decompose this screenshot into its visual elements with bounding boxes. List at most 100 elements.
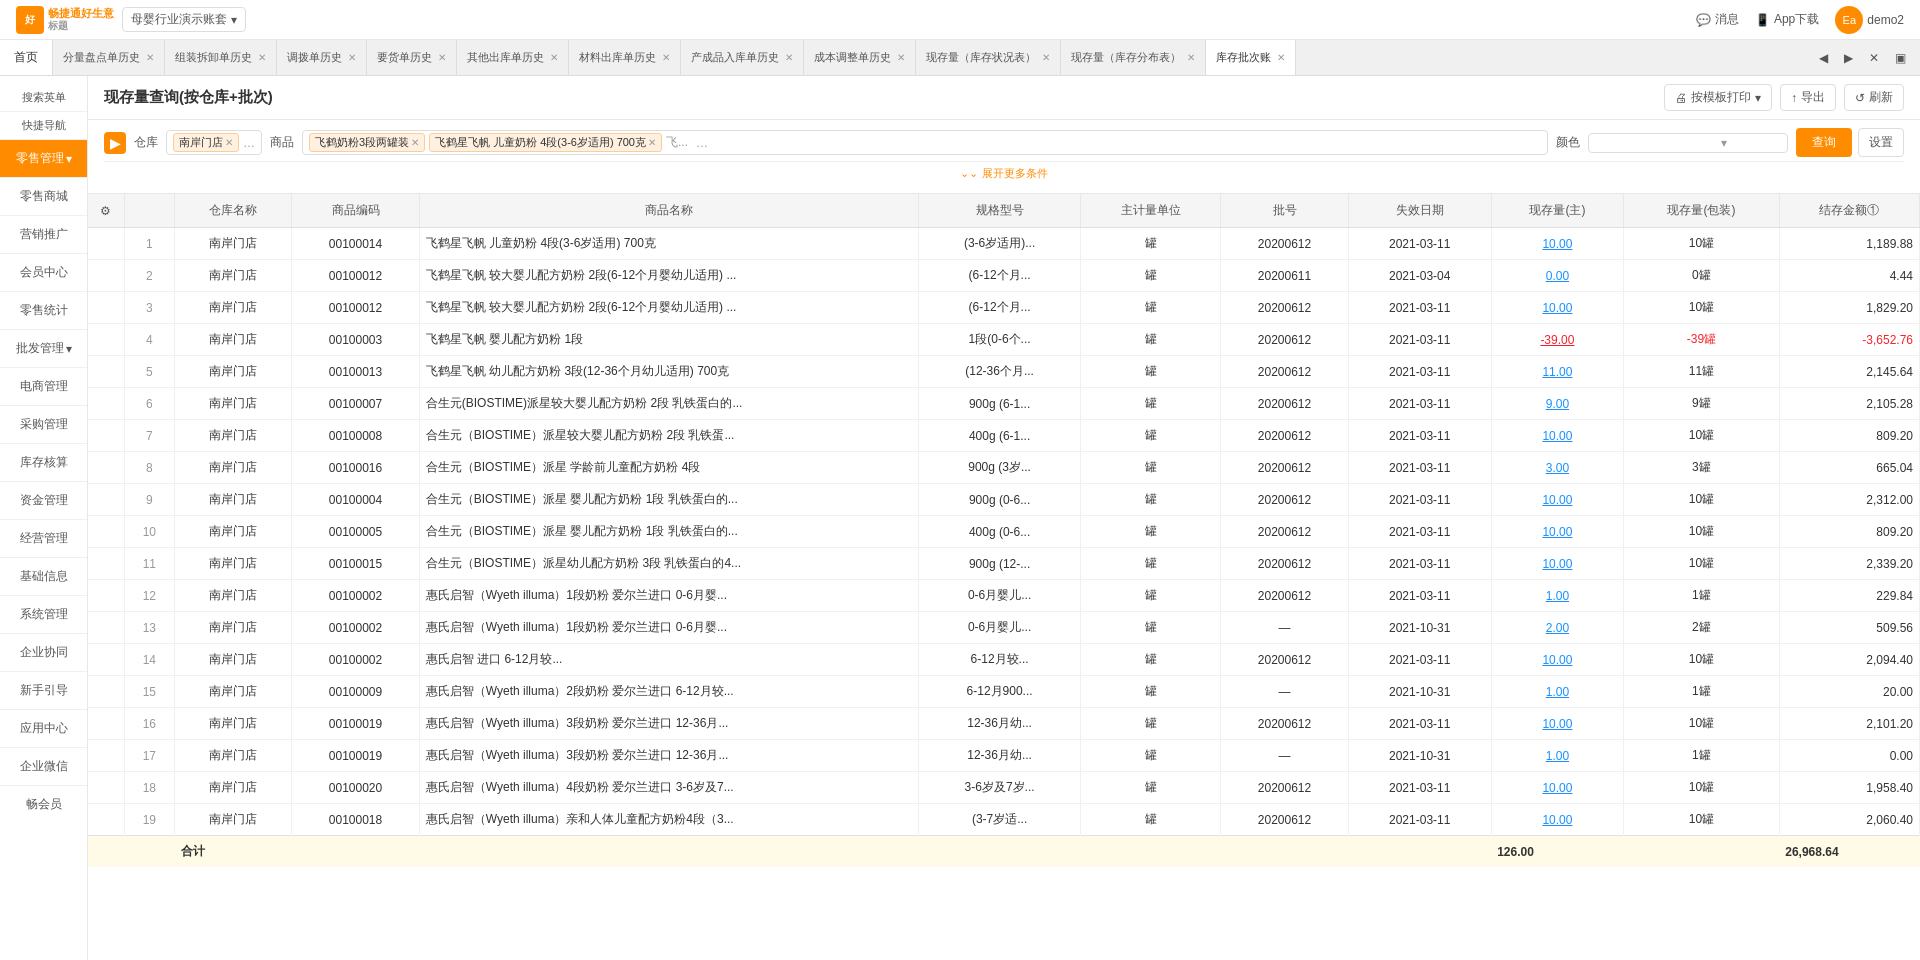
sidebar-item-inventory[interactable]: 库存核算	[0, 443, 87, 481]
tab-close-icon[interactable]: ✕	[662, 52, 670, 63]
cell-stock-main[interactable]: 3.00	[1491, 452, 1624, 484]
tab-close-icon[interactable]: ✕	[550, 52, 558, 63]
cell-stock-main[interactable]: 10.00	[1491, 644, 1624, 676]
warehouse-tag-close[interactable]: ✕	[225, 137, 233, 148]
sidebar-item-stat[interactable]: 零售统计	[0, 291, 87, 329]
cell-warehouse: 南岸门店	[175, 324, 292, 356]
user-menu[interactable]: Ea demo2	[1835, 6, 1904, 34]
tab-fenliang[interactable]: 分量盘点单历史 ✕	[53, 40, 165, 75]
cell-stock-main[interactable]: 0.00	[1491, 260, 1624, 292]
tab-qitachuku[interactable]: 其他出库单历史 ✕	[457, 40, 569, 75]
cell-stock-main[interactable]: 1.00	[1491, 580, 1624, 612]
cell-stock-main[interactable]: 9.00	[1491, 388, 1624, 420]
tab-close-icon[interactable]: ✕	[897, 52, 905, 63]
tab-chengben[interactable]: 成本调整单历史 ✕	[804, 40, 916, 75]
cell-name: 合生元（BIOSTIME）派星 学龄前儿童配方奶粉 4段	[419, 452, 918, 484]
cell-name: 惠氏启智（Wyeth illuma）3段奶粉 爱尔兰进口 12-36月...	[419, 708, 918, 740]
col-settings[interactable]: ⚙	[88, 194, 124, 228]
sidebar-item-finance[interactable]: 资金管理	[0, 481, 87, 519]
goods-tag-1-close[interactable]: ✕	[411, 137, 419, 148]
print-button[interactable]: 🖨 按模板打印 ▾	[1664, 84, 1772, 111]
sidebar-item-search[interactable]: 搜索英单	[0, 84, 87, 111]
col-batch: 批号	[1221, 194, 1349, 228]
tab-menu-btn[interactable]: ▣	[1889, 51, 1912, 65]
cell-stock-main[interactable]: 1.00	[1491, 740, 1624, 772]
tab-close-icon[interactable]: ✕	[146, 52, 154, 63]
expand-more-button[interactable]: ⌄⌄ 展开更多条件	[104, 161, 1904, 185]
cell-stock-main[interactable]: 1.00	[1491, 676, 1624, 708]
cell-stock-main[interactable]: 10.00	[1491, 708, 1624, 740]
cell-amount: 4.44	[1779, 260, 1919, 292]
color-filter[interactable]: ▾	[1588, 133, 1788, 153]
cell-no: 10	[124, 516, 175, 548]
cell-stock-main[interactable]: 10.00	[1491, 516, 1624, 548]
account-selector[interactable]: 母婴行业演示账套 ▾	[122, 7, 246, 32]
sidebar-item-member[interactable]: 会员中心	[0, 253, 87, 291]
sidebar-item-ecom[interactable]: 电商管理	[0, 367, 87, 405]
sidebar-item-member2[interactable]: 畅会员	[0, 785, 87, 823]
message-button[interactable]: 💬 消息	[1696, 11, 1739, 28]
cell-stock-main[interactable]: 10.00	[1491, 292, 1624, 324]
tab-yaohuo[interactable]: 要货单历史 ✕	[367, 40, 457, 75]
sidebar-item-mall[interactable]: 零售商城	[0, 177, 87, 215]
tab-diaopo[interactable]: 调拨单历史 ✕	[277, 40, 367, 75]
tab-home[interactable]: 首页	[0, 40, 53, 75]
tab-next-btn[interactable]: ▶	[1838, 51, 1859, 65]
goods-tag-1: 飞鹤奶粉3段两罐装 ✕	[309, 133, 425, 152]
cell-stock-main[interactable]: 10.00	[1491, 548, 1624, 580]
tab-pici[interactable]: 库存批次账 ✕	[1206, 40, 1296, 75]
sidebar-item-mgmt[interactable]: 经营管理	[0, 519, 87, 557]
tab-close-icon[interactable]: ✕	[785, 52, 793, 63]
cell-stock-main[interactable]: 11.00	[1491, 356, 1624, 388]
sidebar-item-wechat[interactable]: 企业微信	[0, 747, 87, 785]
cell-expiry: 2021-03-11	[1348, 548, 1491, 580]
sidebar-item-corp[interactable]: 企业协同	[0, 633, 87, 671]
tab-prev-btn[interactable]: ◀	[1813, 51, 1834, 65]
cell-stock-main[interactable]: 10.00	[1491, 772, 1624, 804]
sidebar-item-wholesale[interactable]: 批发管理 ▾	[0, 329, 87, 367]
cell-stock-main[interactable]: 10.00	[1491, 804, 1624, 836]
content-area: 现存量查询(按仓库+批次) 🖨 按模板打印 ▾ ↑ 导出 ↺ 刷新	[88, 76, 1920, 960]
cell-stock-main[interactable]: 10.00	[1491, 228, 1624, 260]
tab-close-icon[interactable]: ✕	[1187, 52, 1195, 63]
sidebar-item-marketing[interactable]: 营销推广	[0, 215, 87, 253]
sidebar-item-guide[interactable]: 新手引导	[0, 671, 87, 709]
cell-amount: 0.00	[1779, 740, 1919, 772]
sidebar-item-base[interactable]: 基础信息	[0, 557, 87, 595]
cell-stock-main[interactable]: 10.00	[1491, 484, 1624, 516]
tab-close-icon[interactable]: ✕	[1277, 52, 1285, 63]
table-header-row: ⚙ 仓库名称 商品编码 商品名称 规格型号 主计量单位 批号 失效日期 现存量(…	[88, 194, 1920, 228]
cell-stock-main[interactable]: -39.00	[1491, 324, 1624, 356]
sidebar-item-apps[interactable]: 应用中心	[0, 709, 87, 747]
tab-chanchengpin[interactable]: 产成品入库单历史 ✕	[681, 40, 804, 75]
tab-close-all-btn[interactable]: ✕	[1863, 51, 1885, 65]
goods-tag-2-close[interactable]: ✕	[648, 137, 656, 148]
tab-zuzhuang[interactable]: 组装拆卸单历史 ✕	[165, 40, 277, 75]
export-button[interactable]: ↑ 导出	[1780, 84, 1836, 111]
sidebar-item-nav[interactable]: 快捷导航	[0, 111, 87, 139]
warehouse-filter[interactable]: 南岸门店 ✕ …	[166, 130, 262, 155]
tab-xiancun-zhuang[interactable]: 现存量（库存状况表） ✕	[916, 40, 1061, 75]
cell-stock-main[interactable]: 2.00	[1491, 612, 1624, 644]
refresh-button[interactable]: ↺ 刷新	[1844, 84, 1904, 111]
tab-close-icon[interactable]: ✕	[258, 52, 266, 63]
sidebar-item-retail[interactable]: 零售管理 ▾	[0, 139, 87, 177]
settings-icon[interactable]: ⚙	[100, 204, 111, 218]
tab-xiancun-fenbu[interactable]: 现存量（库存分布表） ✕	[1061, 40, 1206, 75]
cell-batch: —	[1221, 676, 1349, 708]
tab-close-icon[interactable]: ✕	[438, 52, 446, 63]
set-button[interactable]: 设置	[1858, 128, 1904, 157]
goods-filter[interactable]: 飞鹤奶粉3段两罐装 ✕ 飞鹤星飞帆 儿童奶粉 4段(3-6岁适用) 700克 ✕…	[302, 130, 1548, 155]
filter-expand-button[interactable]: ▶	[104, 132, 126, 154]
table-row: 1 南岸门店 00100014 飞鹤星飞帆 儿童奶粉 4段(3-6岁适用) 70…	[88, 228, 1920, 260]
app-download-button[interactable]: 📱 App下载	[1755, 11, 1819, 28]
sidebar-item-purchase[interactable]: 采购管理	[0, 405, 87, 443]
cell-stock-main[interactable]: 10.00	[1491, 420, 1624, 452]
tab-close-icon[interactable]: ✕	[1042, 52, 1050, 63]
cell-unit: 罐	[1081, 804, 1221, 836]
tab-cailiao[interactable]: 材料出库单历史 ✕	[569, 40, 681, 75]
printer-icon: 🖨	[1675, 91, 1687, 105]
tab-close-icon[interactable]: ✕	[348, 52, 356, 63]
sidebar-item-sys[interactable]: 系统管理	[0, 595, 87, 633]
query-button[interactable]: 查询	[1796, 128, 1852, 157]
